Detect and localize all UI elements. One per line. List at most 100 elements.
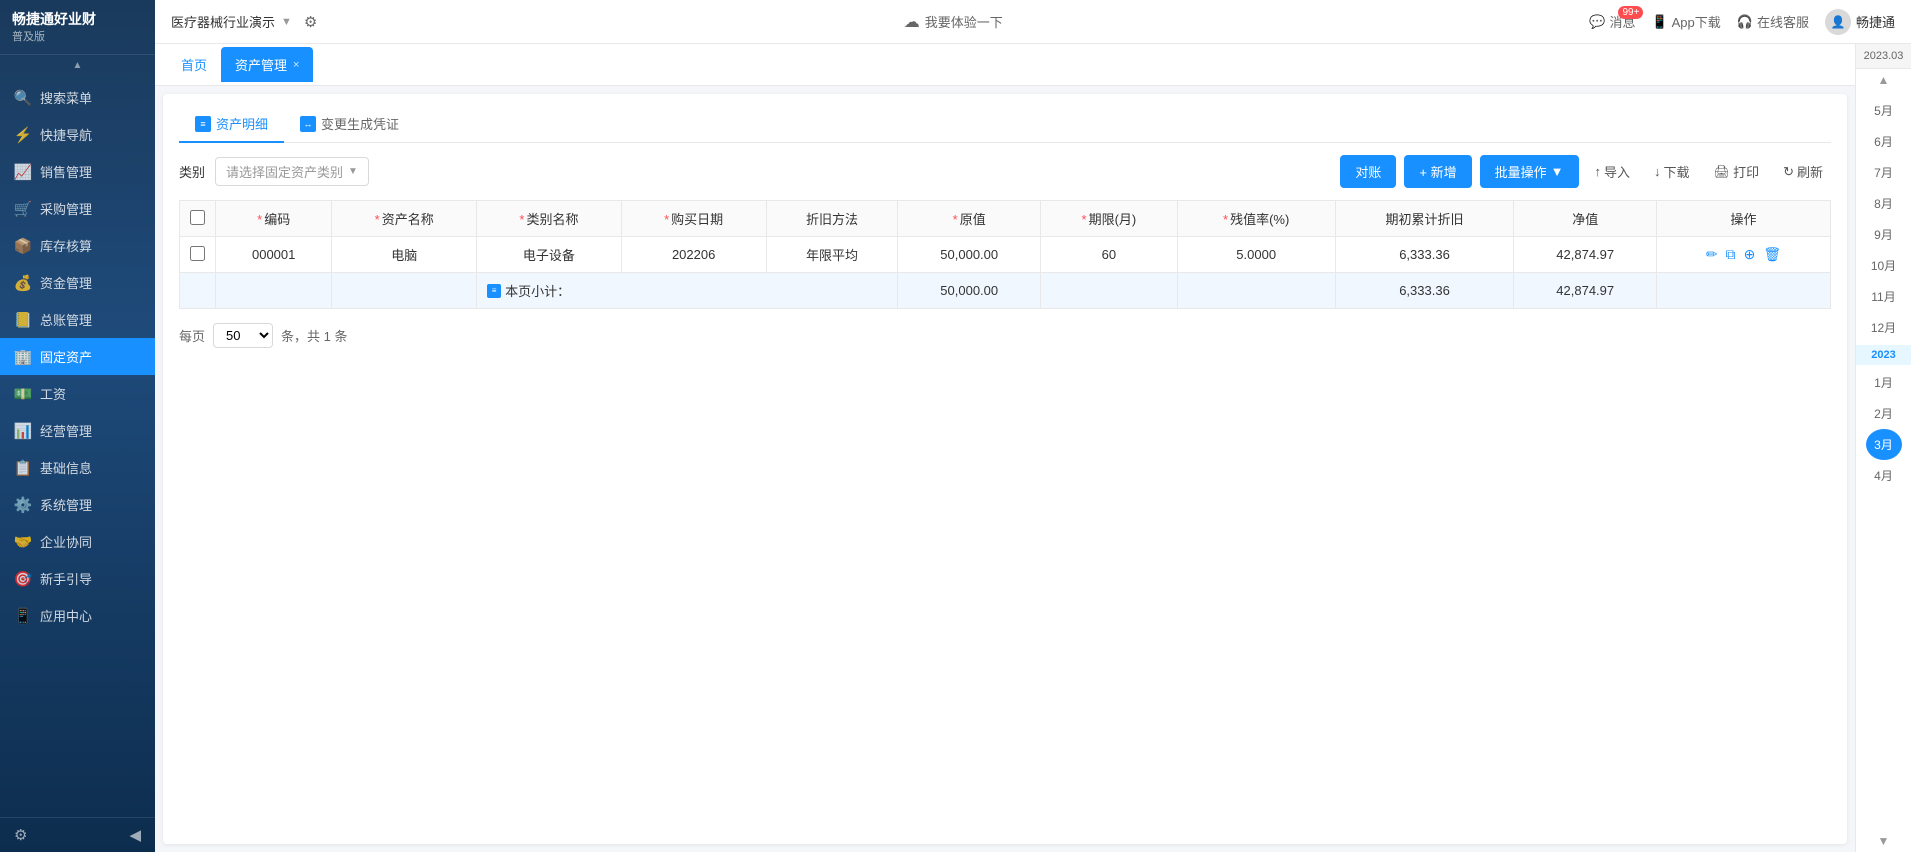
batch-arrow-icon: ▼	[1551, 164, 1564, 179]
batch-btn[interactable]: 批量操作 ▼	[1480, 155, 1579, 188]
category-filter-placeholder: 请选择固定资产类别	[226, 162, 343, 181]
th-category: *类别名称	[477, 201, 622, 237]
topbar-right: 💬 消息 99+ 📱 App下载 🎧 在线客服 👤 畅捷通	[1589, 9, 1895, 35]
settings-icon[interactable]: ⚙	[14, 826, 27, 844]
quicknav-icon: ⚡	[14, 126, 32, 144]
sub-tab-asset-detail[interactable]: ≡ 资产明细	[179, 106, 284, 143]
import-icon: ↑	[1595, 164, 1602, 179]
cal-month-prev-7月[interactable]: 7月	[1856, 157, 1911, 188]
sidebar-item-enterprise[interactable]: 🤝 企业协同	[0, 523, 155, 560]
edit-icon-0[interactable]: ✏	[1706, 246, 1718, 263]
company-arrow-icon: ▼	[281, 16, 292, 28]
payroll-icon: 💵	[14, 385, 32, 403]
total-label: 条，共 1 条	[281, 326, 347, 345]
cell-category-0: 电子设备	[477, 237, 622, 273]
sidebar-item-inventory[interactable]: 📦 库存核算	[0, 227, 155, 264]
sidebar-item-funds[interactable]: 💰 资金管理	[0, 264, 155, 301]
tab-asset-management[interactable]: 资产管理 ×	[221, 47, 313, 82]
sidebar-item-basic_info[interactable]: 📋 基础信息	[0, 449, 155, 486]
experience-btn[interactable]: ☁ 我要体验一下	[904, 12, 1003, 32]
cal-month-curr-2月[interactable]: 2月	[1856, 398, 1911, 429]
print-btn[interactable]: 🖨 打印	[1706, 157, 1768, 186]
sidebar-item-guide[interactable]: 🎯 新手引导	[0, 560, 155, 597]
cal-month-prev-11月[interactable]: 11月	[1856, 281, 1911, 312]
calendar-year-month: 2023.03	[1864, 50, 1904, 62]
calendar-scroll-down[interactable]: ▼	[1874, 830, 1894, 852]
cal-month-prev-5月[interactable]: 5月	[1856, 95, 1911, 126]
cal-month-prev-8月[interactable]: 8月	[1856, 188, 1911, 219]
tab-close-icon[interactable]: ×	[293, 59, 299, 71]
reconcile-btn[interactable]: 对账	[1340, 155, 1396, 188]
app-name: 畅捷通好业财	[12, 10, 143, 28]
refresh-btn[interactable]: ↻ 刷新	[1775, 157, 1831, 186]
select-all-checkbox[interactable]	[190, 210, 205, 225]
sidebar-item-apps[interactable]: 📱 应用中心	[0, 597, 155, 634]
download-btn[interactable]: ↓ 下载	[1646, 157, 1698, 186]
sidebar-item-operations[interactable]: 📊 经营管理	[0, 412, 155, 449]
online-service-btn[interactable]: 🎧 在线客服	[1737, 12, 1809, 31]
cal-month-curr-3月[interactable]: 3月	[1866, 429, 1902, 460]
user-menu[interactable]: 👤 畅捷通	[1825, 9, 1895, 35]
sidebar-item-quicknav[interactable]: ⚡ 快捷导航	[0, 116, 155, 153]
sidebar-item-ledger[interactable]: 📒 总账管理	[0, 301, 155, 338]
more-icon-0[interactable]: ⊕	[1744, 246, 1756, 263]
messages-btn[interactable]: 💬 消息 99+	[1589, 12, 1635, 31]
th-period: *期限(月)	[1040, 201, 1177, 237]
cell-name-0: 电脑	[332, 237, 477, 273]
asset-table: *编码 *资产名称 *类别名称 *购买日期 折旧方法 *原值 *期限(月) *残…	[179, 200, 1831, 309]
pagination: 每页 50 100 200 条，共 1 条	[179, 323, 1831, 348]
topbar: 医疗器械行业演示 ▼ ⚙ ☁ 我要体验一下 💬 消息 99+ 📱 App下载 🎧…	[155, 0, 1911, 44]
app-download-btn[interactable]: 📱 App下载	[1651, 12, 1720, 31]
right-panel-collapse-btn[interactable]: ◀	[1855, 428, 1856, 468]
cell-period-0: 60	[1040, 237, 1177, 273]
new-btn[interactable]: + 新增	[1404, 155, 1471, 188]
sidebar-item-label-payroll: 工资	[40, 384, 66, 403]
collapse-icon[interactable]: ◀	[129, 826, 141, 844]
th-checkbox	[180, 201, 216, 237]
tab-home[interactable]: 首页	[171, 47, 217, 82]
sidebar-item-sales[interactable]: 📈 销售管理	[0, 153, 155, 190]
sidebar-item-label-quicknav: 快捷导航	[40, 125, 92, 144]
cal-month-prev-12月[interactable]: 12月	[1856, 312, 1911, 343]
filter-label: 类别	[179, 162, 205, 181]
delete-icon-0[interactable]: 🗑	[1763, 246, 1781, 263]
subtotal-label: 本页小计：	[505, 281, 570, 300]
per-page-select[interactable]: 50 100 200	[213, 323, 273, 348]
sidebar-scroll-up[interactable]: ▲	[0, 55, 155, 75]
copy-icon-0[interactable]: ⧉	[1726, 246, 1736, 263]
cell-original-value-0: 50,000.00	[898, 237, 1040, 273]
sidebar-item-payroll[interactable]: 💵 工资	[0, 375, 155, 412]
company-selector[interactable]: 医疗器械行业演示 ▼	[171, 12, 292, 31]
th-name: *资产名称	[332, 201, 477, 237]
category-filter[interactable]: 请选择固定资产类别 ▼	[215, 157, 369, 186]
cal-month-curr-4月[interactable]: 4月	[1856, 460, 1911, 491]
toolbar-right: 对账 + 新增 批量操作 ▼ ↑ 导入 ↓ 下载	[1340, 155, 1831, 188]
sidebar-item-purchase[interactable]: 🛒 采购管理	[0, 190, 155, 227]
headset-icon: 🎧	[1737, 14, 1753, 30]
fixed_assets-icon: 🏢	[14, 348, 32, 366]
service-label: 在线客服	[1757, 12, 1809, 31]
cal-month-prev-10月[interactable]: 10月	[1856, 250, 1911, 281]
th-net-value: 净值	[1514, 201, 1656, 237]
cal-month-prev-9月[interactable]: 9月	[1856, 219, 1911, 250]
row-checkbox-0[interactable]	[190, 246, 205, 261]
cal-month-prev-6月[interactable]: 6月	[1856, 126, 1911, 157]
ledger-icon: 📒	[14, 311, 32, 329]
import-btn[interactable]: ↑ 导入	[1587, 157, 1639, 186]
filter-arrow-icon: ▼	[348, 166, 358, 177]
app-download-label: App下载	[1672, 12, 1721, 31]
cell-code-0: 000001	[216, 237, 332, 273]
topbar-gear-icon[interactable]: ⚙	[304, 13, 317, 31]
calendar-scroll-up[interactable]: ▲	[1874, 69, 1894, 91]
system-icon: ⚙️	[14, 496, 32, 514]
sidebar-item-label-operations: 经营管理	[40, 421, 92, 440]
cal-month-curr-1月[interactable]: 1月	[1856, 367, 1911, 398]
sidebar-item-search[interactable]: 🔍 搜索菜单	[0, 79, 155, 116]
avatar: 👤	[1825, 9, 1851, 35]
sidebar-item-system[interactable]: ⚙️ 系统管理	[0, 486, 155, 523]
sidebar-item-fixed_assets[interactable]: 🏢 固定资产	[0, 338, 155, 375]
subtotal-row: ≡ 本页小计： 50,000.00 6,333.36 42,874.97	[180, 273, 1831, 309]
message-icon: 💬	[1589, 14, 1605, 30]
sidebar-nav: 🔍 搜索菜单 ⚡ 快捷导航 📈 销售管理 🛒 采购管理 📦 库存核算 💰 资金管…	[0, 75, 155, 817]
sub-tab-change-voucher[interactable]: ↔ 变更生成凭证	[284, 106, 415, 143]
